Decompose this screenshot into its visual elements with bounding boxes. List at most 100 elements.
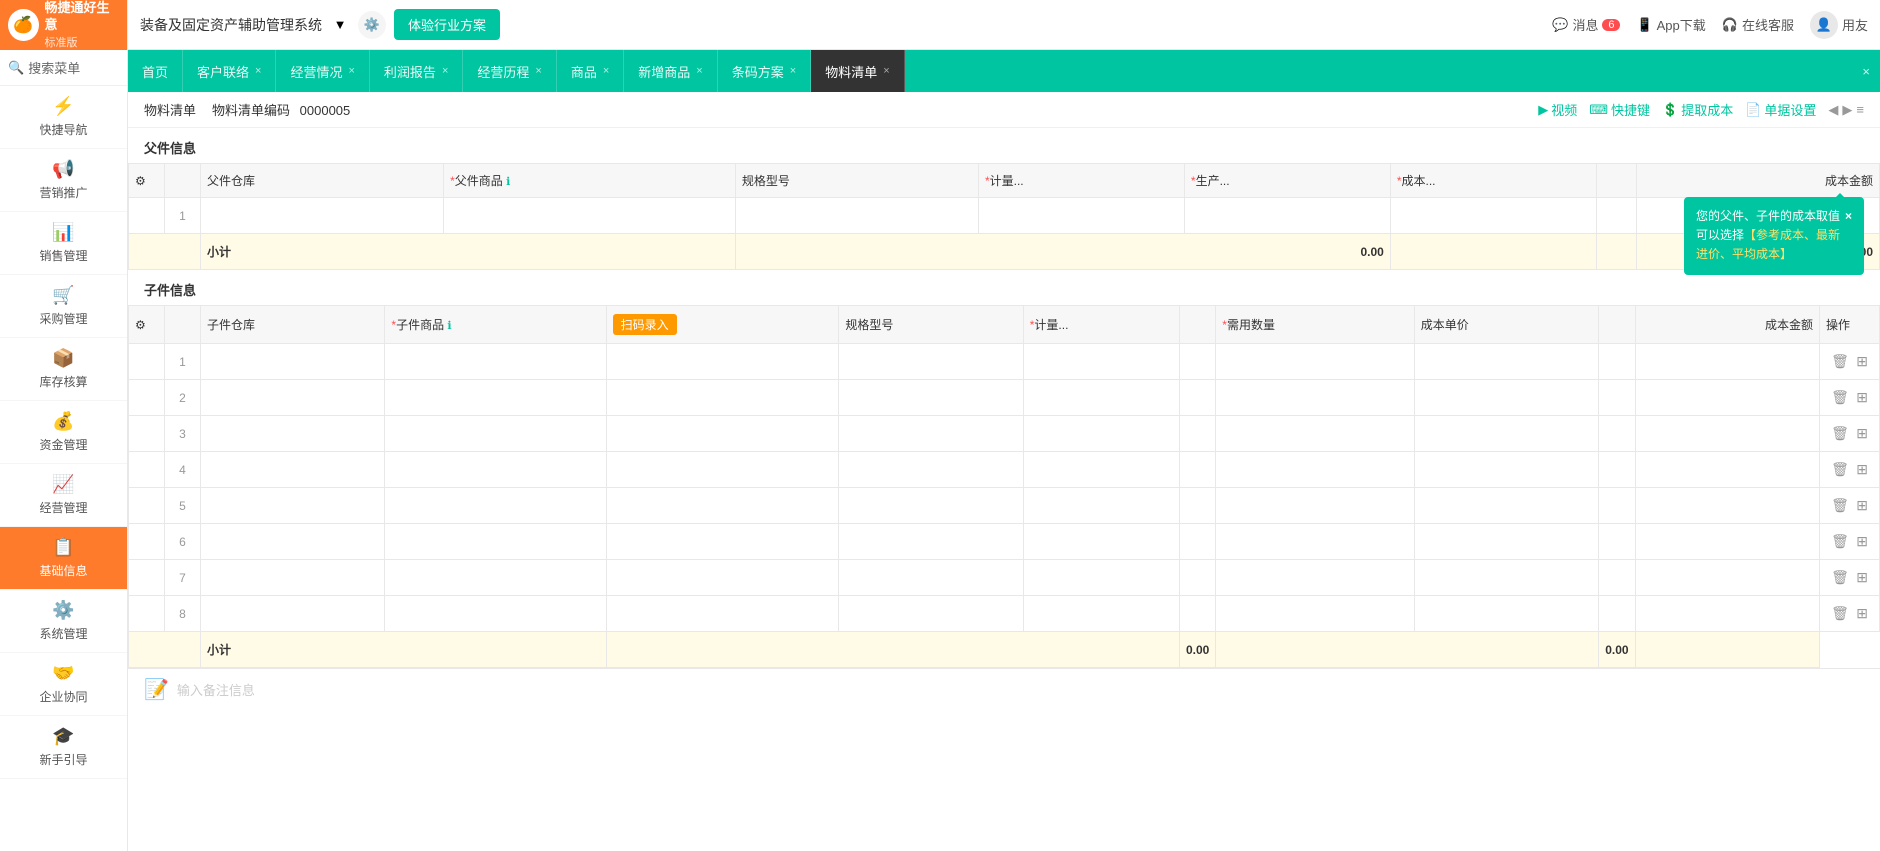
child-row-spec-5[interactable] — [839, 488, 1023, 524]
child-row-product-4[interactable] — [385, 452, 606, 488]
tab-history-close[interactable]: × — [535, 65, 541, 77]
child-row-unit-7[interactable] — [1023, 560, 1179, 596]
prev-arrow[interactable]: ◀ — [1828, 102, 1838, 118]
note-hint[interactable]: 输入备注信息 — [177, 680, 255, 699]
online-service-button[interactable]: 🎧 在线客服 — [1722, 15, 1794, 34]
shortcut-button[interactable]: ⌨ 快捷键 — [1589, 100, 1650, 119]
copy-icon-8[interactable]: ⊞ — [1856, 605, 1868, 621]
close-all-tabs[interactable]: × — [1852, 64, 1880, 79]
child-row-qty-5[interactable] — [1216, 488, 1415, 524]
child-row-warehouse-1[interactable] — [201, 344, 385, 380]
tab-customer-close[interactable]: × — [255, 65, 261, 77]
tab-operations[interactable]: 经营情况 × — [276, 50, 369, 92]
child-row-product-6[interactable] — [385, 524, 606, 560]
child-row-warehouse-3[interactable] — [201, 416, 385, 452]
app-download-button[interactable]: 📱 App下载 — [1636, 15, 1705, 34]
tab-new-product-close[interactable]: × — [696, 65, 702, 77]
child-row-spec-8[interactable] — [839, 596, 1023, 632]
parent-row-product[interactable] — [444, 198, 736, 234]
parent-row-cost[interactable] — [1390, 198, 1596, 234]
child-row-product-5[interactable] — [385, 488, 606, 524]
tab-home[interactable]: 首页 — [128, 50, 183, 92]
child-row-unit-price-3[interactable] — [1414, 416, 1598, 452]
child-row-unit-4[interactable] — [1023, 452, 1179, 488]
scan-input-button[interactable]: 扫码录入 — [613, 314, 677, 335]
child-row-product-2[interactable] — [385, 380, 606, 416]
tooltip-close-button[interactable]: × — [1845, 207, 1852, 226]
copy-icon-7[interactable]: ⊞ — [1856, 569, 1868, 585]
child-row-warehouse-8[interactable] — [201, 596, 385, 632]
tab-product-close[interactable]: × — [603, 65, 609, 77]
settings-button[interactable]: ⚙️ — [358, 11, 386, 39]
child-row-warehouse-2[interactable] — [201, 380, 385, 416]
view-video-button[interactable]: ▶ 视频 — [1538, 100, 1577, 119]
sidebar-item-purchase[interactable]: 🛒 采购管理 — [0, 275, 127, 338]
child-row-product-7[interactable] — [385, 560, 606, 596]
child-row-unit-price-1[interactable] — [1414, 344, 1598, 380]
tab-profit-close[interactable]: × — [442, 65, 448, 77]
parent-row-unit[interactable] — [978, 198, 1184, 234]
document-settings-button[interactable]: 📄 单据设置 — [1745, 100, 1816, 119]
sidebar-item-inventory[interactable]: 📦 库存核算 — [0, 338, 127, 401]
sidebar-item-base-info[interactable]: 📋 基础信息 — [0, 527, 127, 590]
child-row-warehouse-4[interactable] — [201, 452, 385, 488]
child-row-unit-8[interactable] — [1023, 596, 1179, 632]
user-menu[interactable]: 👤 用友 — [1810, 11, 1868, 39]
child-row-unit-6[interactable] — [1023, 524, 1179, 560]
copy-icon-5[interactable]: ⊞ — [1856, 497, 1868, 513]
child-row-qty-4[interactable] — [1216, 452, 1415, 488]
message-button[interactable]: 💬 消息 6 — [1552, 15, 1620, 34]
child-row-spec-2[interactable] — [839, 380, 1023, 416]
breadcrumb-bom-list[interactable]: 物料清单 — [144, 100, 196, 119]
child-row-warehouse-7[interactable] — [201, 560, 385, 596]
parent-row-warehouse[interactable] — [201, 198, 444, 234]
tab-operations-close[interactable]: × — [348, 65, 354, 77]
copy-icon-1[interactable]: ⊞ — [1856, 353, 1868, 369]
child-row-product-3[interactable] — [385, 416, 606, 452]
copy-icon-3[interactable]: ⊞ — [1856, 425, 1868, 441]
delete-icon-7[interactable]: 🗑 — [1831, 569, 1849, 585]
delete-icon-3[interactable]: 🗑 — [1831, 425, 1849, 441]
delete-icon-6[interactable]: 🗑 — [1831, 533, 1849, 549]
child-row-product-8[interactable] — [385, 596, 606, 632]
sidebar-item-sales[interactable]: 📊 销售管理 — [0, 212, 127, 275]
tab-barcode-close[interactable]: × — [790, 65, 796, 77]
dropdown-arrow[interactable]: ▼ — [330, 15, 350, 35]
tab-history[interactable]: 经营历程 × — [463, 50, 556, 92]
delete-icon-8[interactable]: 🗑 — [1831, 605, 1849, 621]
extract-cost-button[interactable]: 💲 提取成本 — [1662, 100, 1733, 119]
child-row-unit-price-6[interactable] — [1414, 524, 1598, 560]
child-row-unit-3[interactable] — [1023, 416, 1179, 452]
grid-view-icon[interactable]: ≡ — [1856, 102, 1864, 118]
tab-bom-close[interactable]: × — [883, 65, 889, 77]
child-row-unit-2[interactable] — [1023, 380, 1179, 416]
delete-icon-5[interactable]: 🗑 — [1831, 497, 1849, 513]
sidebar-item-marketing[interactable]: 📢 营销推广 — [0, 149, 127, 212]
sidebar-item-finance[interactable]: 💰 资金管理 — [0, 401, 127, 464]
child-row-product-1[interactable] — [385, 344, 606, 380]
tab-customer[interactable]: 客户联络 × — [183, 50, 276, 92]
trial-button[interactable]: 体验行业方案 — [394, 9, 500, 40]
child-row-spec-1[interactable] — [839, 344, 1023, 380]
tab-new-product[interactable]: 新增商品 × — [624, 50, 717, 92]
child-row-spec-7[interactable] — [839, 560, 1023, 596]
child-row-qty-7[interactable] — [1216, 560, 1415, 596]
child-row-unit-price-5[interactable] — [1414, 488, 1598, 524]
tab-barcode[interactable]: 条码方案 × — [718, 50, 811, 92]
child-row-qty-8[interactable] — [1216, 596, 1415, 632]
sidebar-search[interactable]: 🔍 搜索菜单 — [0, 50, 127, 86]
sidebar-item-quick-nav[interactable]: ⚡ 快捷导航 — [0, 86, 127, 149]
parent-row-produce[interactable] — [1184, 198, 1390, 234]
child-row-qty-6[interactable] — [1216, 524, 1415, 560]
child-row-qty-1[interactable] — [1216, 344, 1415, 380]
child-row-qty-2[interactable] — [1216, 380, 1415, 416]
sidebar-item-enterprise[interactable]: 🤝 企业协同 — [0, 653, 127, 716]
delete-icon-1[interactable]: 🗑 — [1831, 353, 1849, 369]
child-col-settings[interactable]: ⚙ — [129, 306, 165, 344]
next-arrow[interactable]: ▶ — [1842, 102, 1852, 118]
child-row-unit-price-8[interactable] — [1414, 596, 1598, 632]
delete-icon-4[interactable]: 🗑 — [1831, 461, 1849, 477]
sidebar-item-system[interactable]: ⚙️ 系统管理 — [0, 590, 127, 653]
tab-profit[interactable]: 利润报告 × — [370, 50, 463, 92]
sidebar-item-guide[interactable]: 🎓 新手引导 — [0, 716, 127, 779]
